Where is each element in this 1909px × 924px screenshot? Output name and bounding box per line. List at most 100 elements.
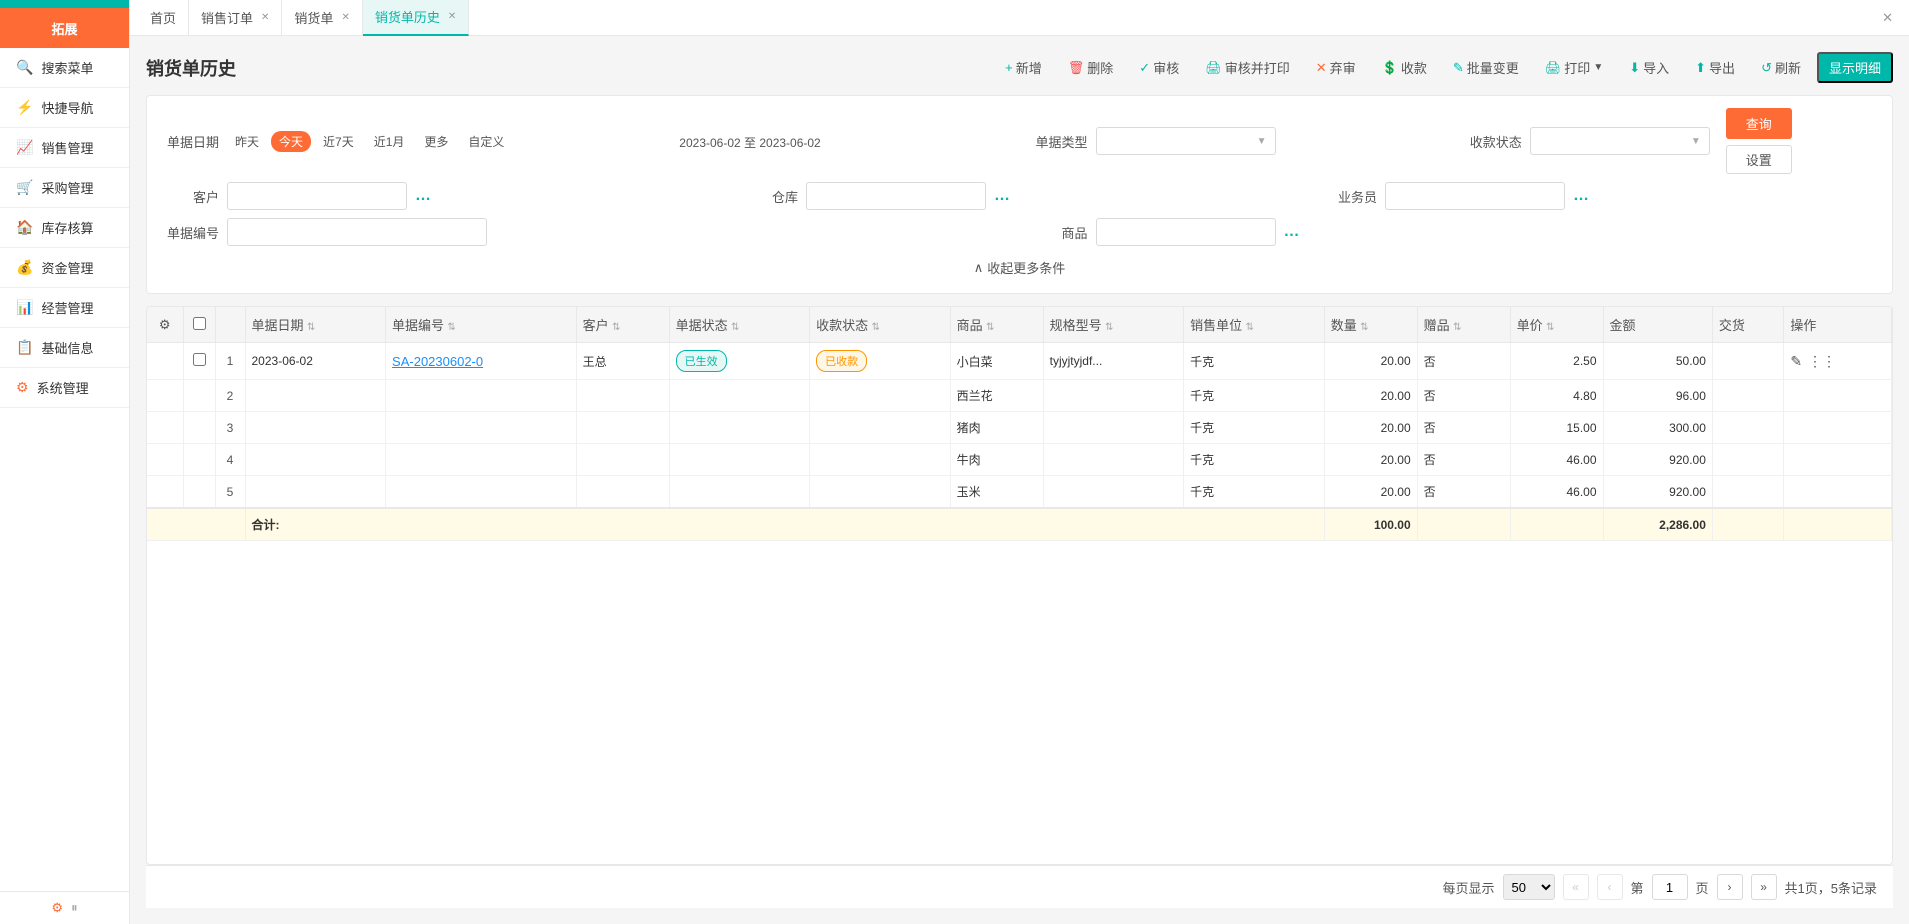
th-unit-price[interactable]: 单价 ⇅ [1510, 307, 1603, 343]
cell-quantity: 20.00 [1324, 380, 1417, 412]
sidebar-item-search-menu[interactable]: 🔍 搜索菜单 [0, 48, 129, 88]
sidebar-item-finance[interactable]: 💰 资金管理 [0, 248, 129, 288]
th-doc-no[interactable]: 单据编号 ⇅ [386, 307, 577, 343]
salesperson-label: 业务员 [1321, 187, 1377, 206]
last-page-button[interactable]: » [1751, 874, 1777, 900]
sidebar-item-inventory[interactable]: 🏠 库存核算 [0, 208, 129, 248]
show-detail-button[interactable]: 显示明细 [1817, 52, 1893, 83]
th-doc-status[interactable]: 单据状态 ⇅ [669, 307, 810, 343]
date-tag-1month[interactable]: 近1月 [366, 131, 413, 152]
th-settings[interactable]: ⚙ [147, 307, 183, 343]
doc-type-select[interactable]: ▼ [1096, 127, 1276, 155]
payment-status-select[interactable]: ▼ [1530, 127, 1710, 155]
date-tag-custom[interactable]: 自定义 [460, 131, 512, 152]
audit-button[interactable]: ✓ 审核 [1129, 54, 1189, 81]
customer-input[interactable] [227, 182, 407, 210]
tab-sales-order[interactable]: 销售订单 ✕ [189, 0, 282, 36]
salesperson-dots[interactable]: … [1573, 187, 1589, 205]
sidebar-bottom-icon1[interactable]: ⚙ [51, 900, 63, 916]
th-doc-date[interactable]: 单据日期 ⇅ [245, 307, 386, 343]
cell-checkbox[interactable] [183, 444, 215, 476]
edit-icon[interactable]: ✎ [1790, 353, 1802, 370]
table-row: 5 玉米 千克 20.00 否 46.00 920.00 [147, 476, 1892, 509]
salesperson-field: 业务员 … [1321, 182, 1876, 210]
customer-field: 客户 … [163, 182, 718, 210]
cell-checkbox[interactable] [183, 412, 215, 444]
sidebar-item-quick-nav[interactable]: ⚡ 快捷导航 [0, 88, 129, 128]
collect-button[interactable]: 💲 收款 [1372, 54, 1437, 81]
th-goods[interactable]: 商品 ⇅ [950, 307, 1043, 343]
date-tag-yesterday[interactable]: 昨天 [227, 131, 267, 152]
purchase-icon: 🛒 [16, 179, 33, 196]
query-button[interactable]: 查询 [1726, 108, 1792, 139]
settings-button[interactable]: 设置 [1726, 145, 1792, 174]
quick-nav-icon: ⚡ [16, 99, 33, 116]
import-button[interactable]: ⬇ 导入 [1619, 54, 1679, 81]
prev-page-button[interactable]: ‹ [1597, 874, 1623, 900]
doc-no-link[interactable]: SA-20230602-0 [392, 354, 483, 369]
sidebar-item-sales[interactable]: 📈 销售管理 [0, 128, 129, 168]
cell-checkbox[interactable] [183, 476, 215, 509]
tab-home[interactable]: 首页 [138, 0, 189, 36]
tab-sales-history[interactable]: 销货单历史 ✕ [363, 0, 469, 36]
new-button[interactable]: + 新增 [995, 54, 1052, 81]
th-gift[interactable]: 赠品 ⇅ [1417, 307, 1510, 343]
goods-dots[interactable]: … [1284, 223, 1300, 241]
sidebar-item-business[interactable]: 📊 经营管理 [0, 288, 129, 328]
export-button[interactable]: ⬆ 导出 [1685, 54, 1745, 81]
th-payment-status[interactable]: 收款状态 ⇅ [810, 307, 951, 343]
per-page-select[interactable]: 50 10 20 100 [1503, 874, 1555, 900]
date-tag-more[interactable]: 更多 [416, 131, 456, 152]
cell-settings [147, 476, 183, 509]
sidebar-item-system[interactable]: ⚙ 系统管理 [0, 368, 129, 408]
th-spec[interactable]: 规格型号 ⇅ [1043, 307, 1184, 343]
tabs-close-all[interactable]: ✕ [1874, 6, 1901, 30]
th-quantity[interactable]: 数量 ⇅ [1324, 307, 1417, 343]
customer-dots[interactable]: … [415, 187, 431, 205]
delete-button[interactable]: 🗑 删除 [1058, 54, 1124, 81]
sidebar-item-base-info[interactable]: 📋 基础信息 [0, 328, 129, 368]
more-icon[interactable]: ⋮⋮ [1808, 353, 1836, 370]
cell-checkbox[interactable] [183, 380, 215, 412]
tab-sales-delivery[interactable]: 销货单 ✕ [282, 0, 362, 36]
th-customer[interactable]: 客户 ⇅ [576, 307, 669, 343]
th-unit[interactable]: 销售单位 ⇅ [1184, 307, 1325, 343]
row-checkbox[interactable] [193, 353, 206, 366]
warehouse-input[interactable] [806, 182, 986, 210]
first-page-button[interactable]: « [1563, 874, 1589, 900]
page-number-input[interactable] [1652, 874, 1688, 900]
doc-no-input[interactable] [227, 218, 487, 246]
sidebar-bottom-icon2[interactable]: ⏸ [71, 900, 78, 916]
sales-icon: 📈 [16, 139, 33, 156]
cell-payment-status: 已收款 [810, 343, 951, 380]
discard-button[interactable]: ✕ 弃审 [1306, 54, 1366, 81]
next-page-button[interactable]: › [1717, 874, 1743, 900]
print-button[interactable]: 🖨 打印 ▼ [1535, 54, 1613, 81]
action-icons: ✎ ⋮⋮ [1790, 353, 1885, 370]
salesperson-input[interactable] [1385, 182, 1565, 210]
refresh-button[interactable]: ↺ 刷新 [1751, 54, 1811, 81]
goods-input[interactable] [1096, 218, 1276, 246]
cell-amount: 300.00 [1603, 412, 1712, 444]
cell-unit: 千克 [1184, 343, 1325, 380]
collapse-button[interactable]: ∧ 收起更多条件 [163, 254, 1876, 281]
sidebar-item-purchase[interactable]: 🛒 采购管理 [0, 168, 129, 208]
th-checkbox[interactable] [183, 307, 215, 343]
warehouse-field: 仓库 … [742, 182, 1297, 210]
cell-quantity: 20.00 [1324, 444, 1417, 476]
cell-checkbox[interactable] [183, 343, 215, 380]
date-tag-7days[interactable]: 近7天 [315, 131, 362, 152]
batch-change-button[interactable]: ✎ 批量变更 [1443, 54, 1529, 81]
cell-customer [576, 412, 669, 444]
select-all-checkbox[interactable] [193, 317, 206, 330]
cell-settings [147, 343, 183, 380]
th-customer-label: 客户 [583, 318, 609, 333]
date-tag-today[interactable]: 今天 [271, 131, 311, 152]
tab-sales-delivery-close[interactable]: ✕ [341, 12, 349, 23]
th-amount-label: 金额 [1610, 318, 1636, 333]
tab-sales-order-close[interactable]: ✕ [261, 12, 269, 23]
audit-print-button[interactable]: 🖨 审核并打印 [1195, 54, 1300, 81]
tab-sales-history-close[interactable]: ✕ [448, 11, 456, 22]
gear-icon[interactable]: ⚙ [159, 317, 171, 332]
warehouse-dots[interactable]: … [994, 187, 1010, 205]
